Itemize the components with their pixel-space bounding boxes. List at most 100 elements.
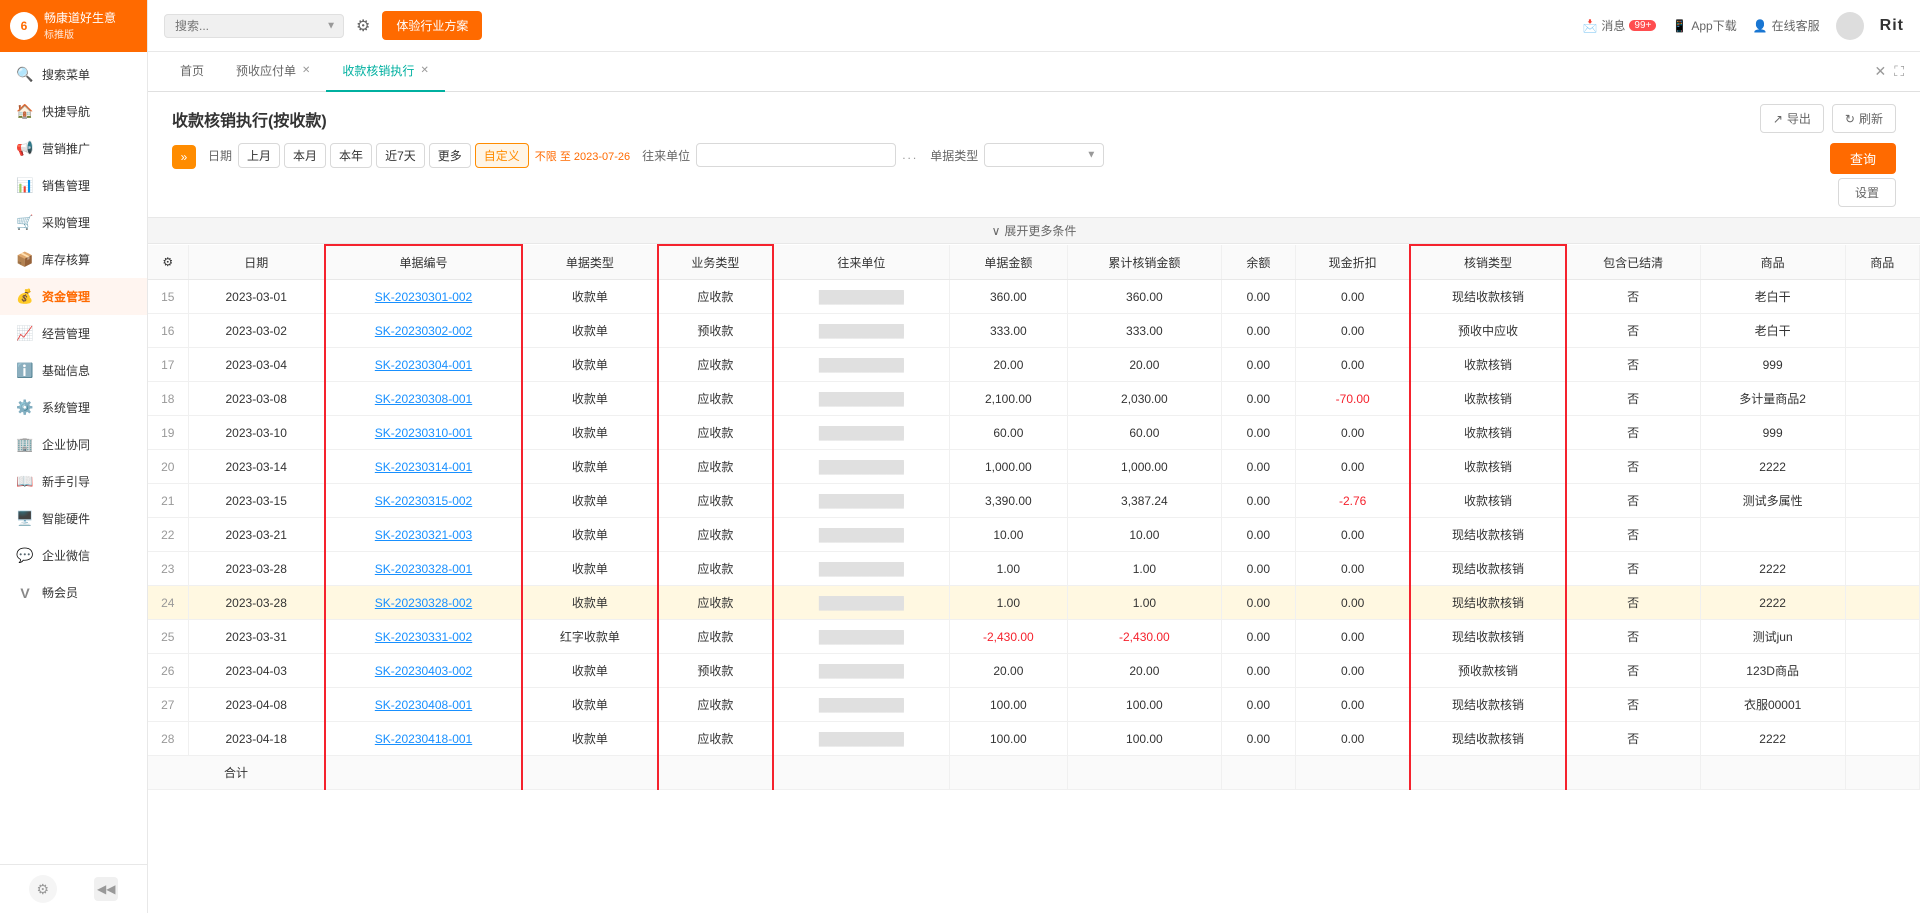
doc-no-link[interactable]: SK-20230408-001 [375,698,472,712]
sidebar-item-finance[interactable]: 💰 资金管理 [0,278,147,315]
cell-doc-type: 收款单 [522,586,657,620]
basic-icon: ℹ️ [16,362,34,379]
messages-button[interactable]: 📩 消息 99+ [1582,17,1656,34]
date-more[interactable]: 更多 [429,143,471,168]
col-verify-type[interactable]: 核销类型 [1410,245,1565,280]
doc-no-link[interactable]: SK-20230331-002 [375,630,472,644]
cell-amount: 360.00 [949,280,1067,314]
cell-amount: 1.00 [949,552,1067,586]
sidebar-item-sales[interactable]: 📊 销售管理 [0,167,147,204]
col-product2[interactable]: 商品 [1845,245,1919,280]
tab-expand-icon[interactable]: ⛶ [1894,63,1904,80]
sidebar-item-purchase[interactable]: 🛒 采购管理 [0,204,147,241]
date-this-month[interactable]: 本月 [284,143,326,168]
col-counterpart[interactable]: 往来单位 [773,245,949,280]
settings-gear-icon[interactable]: ⚙ [29,875,57,903]
col-settings[interactable]: ⚙ [148,245,188,280]
cell-product1: 2222 [1700,450,1845,484]
col-include-settled[interactable]: 包含已结清 [1566,245,1701,280]
user-avatar[interactable] [1836,12,1864,40]
sidebar-item-quick-nav[interactable]: 🏠 快捷导航 [0,93,147,130]
sidebar-item-member[interactable]: V 畅会员 [0,574,147,611]
cell-verify-type: 预收款核销 [1410,654,1565,688]
cell-cash-discount: 0.00 [1296,552,1411,586]
sidebar-item-wechat[interactable]: 💬 企业微信 [0,537,147,574]
doc-no-link[interactable]: SK-20230418-001 [375,732,472,746]
doc-no-link[interactable]: SK-20230328-002 [375,596,472,610]
tab-home[interactable]: 首页 [164,52,220,92]
date-7days[interactable]: 近7天 [376,143,425,168]
topbar-gear-icon[interactable]: ⚙ [356,16,370,36]
cell-counterpart: ██████████ [773,688,949,722]
doctype-select[interactable] [984,143,1104,167]
doc-no-link[interactable]: SK-20230328-001 [375,562,472,576]
cell-doc-type: 收款单 [522,688,657,722]
filter-settings-button[interactable]: 设置 [1838,178,1896,207]
cell-biz-type: 预收款 [658,314,774,348]
doc-no-link[interactable]: SK-20230321-003 [375,528,472,542]
doc-no-link[interactable]: SK-20230315-002 [375,494,472,508]
doc-no-link[interactable]: SK-20230310-001 [375,426,472,440]
col-doc-type[interactable]: 单据类型 [522,245,657,280]
solution-button[interactable]: 体验行业方案 [382,11,482,40]
doc-no-link[interactable]: SK-20230308-001 [375,392,472,406]
cell-balance: 0.00 [1221,586,1295,620]
cell-verify-type: 现结收款核销 [1410,280,1565,314]
doc-no-link[interactable]: SK-20230314-001 [375,460,472,474]
counterpart-input[interactable] [696,143,896,167]
sidebar-item-enterprise[interactable]: 🏢 企业协同 [0,426,147,463]
col-amount[interactable]: 单据金额 [949,245,1067,280]
sidebar-item-system[interactable]: ⚙️ 系统管理 [0,389,147,426]
doc-no-link[interactable]: SK-20230301-002 [375,290,472,304]
col-balance[interactable]: 余额 [1221,245,1295,280]
cell-no: 25 [148,620,188,654]
cell-doc-no: SK-20230408-001 [325,688,522,722]
date-last-month[interactable]: 上月 [238,143,280,168]
sidebar-collapse-button[interactable]: ◀◀ [94,877,118,901]
cell-amount: -2,430.00 [949,620,1067,654]
doc-no-link[interactable]: SK-20230403-002 [375,664,472,678]
doc-no-link[interactable]: SK-20230304-001 [375,358,472,372]
refresh-button[interactable]: ↻ 刷新 [1832,104,1896,133]
cell-product2 [1845,348,1919,382]
app-logo: 6 畅康道好生意 标推版 [0,0,147,52]
online-service-button[interactable]: 👤 在线客服 [1753,17,1820,34]
date-custom[interactable]: 自定义 [475,143,529,168]
col-biz-type[interactable]: 业务类型 [658,245,774,280]
tab-close-all-icon[interactable]: ✕ [1874,63,1886,80]
sidebar-item-label: 库存核算 [42,251,90,268]
col-verified[interactable]: 累计核销金额 [1068,245,1222,280]
sidebar-item-search[interactable]: 🔍 搜索菜单 [0,56,147,93]
more-filters-dots[interactable]: ... [902,148,918,162]
expand-chevron-icon: ∨ [992,224,1001,238]
export-button[interactable]: ↗ 导出 [1760,104,1824,133]
filter-toggle-button[interactable]: » [172,145,196,169]
sidebar-item-inventory[interactable]: 📦 库存核算 [0,241,147,278]
app-icon: 📱 [1672,19,1687,33]
member-icon: V [16,585,34,601]
sidebar-item-basic[interactable]: ℹ️ 基础信息 [0,352,147,389]
tab-receipt-exec[interactable]: 收款核销执行 ✕ [326,52,444,92]
cell-product1: 测试多属性 [1700,484,1845,518]
cell-doc-type: 收款单 [522,518,657,552]
col-cash-discount[interactable]: 现金折扣 [1296,245,1411,280]
expand-filter-bar[interactable]: ∨ 展开更多条件 [148,218,1920,244]
doc-no-link[interactable]: SK-20230302-002 [375,324,472,338]
sidebar-item-hardware[interactable]: 🖥️ 智能硬件 [0,500,147,537]
col-product1[interactable]: 商品 [1700,245,1845,280]
query-button[interactable]: 查询 [1830,143,1896,174]
sidebar-item-operation[interactable]: 📈 经营管理 [0,315,147,352]
col-doc-no[interactable]: 单据编号 [325,245,522,280]
app-download-button[interactable]: 📱 App下载 [1672,17,1736,34]
col-date[interactable]: 日期 [188,245,325,280]
cell-no: 26 [148,654,188,688]
sidebar-item-marketing[interactable]: 📢 营销推广 [0,130,147,167]
tab-pre-receipt-close[interactable]: ✕ [302,65,310,76]
cell-doc-type: 收款单 [522,416,657,450]
tab-pre-receipt[interactable]: 预收应付单 ✕ [220,52,326,92]
tab-receipt-exec-close[interactable]: ✕ [420,65,428,76]
sidebar-item-guide[interactable]: 📖 新手引导 [0,463,147,500]
date-this-year[interactable]: 本年 [330,143,372,168]
topbar-search-input[interactable] [164,14,344,38]
cell-cash-discount: 0.00 [1296,586,1411,620]
